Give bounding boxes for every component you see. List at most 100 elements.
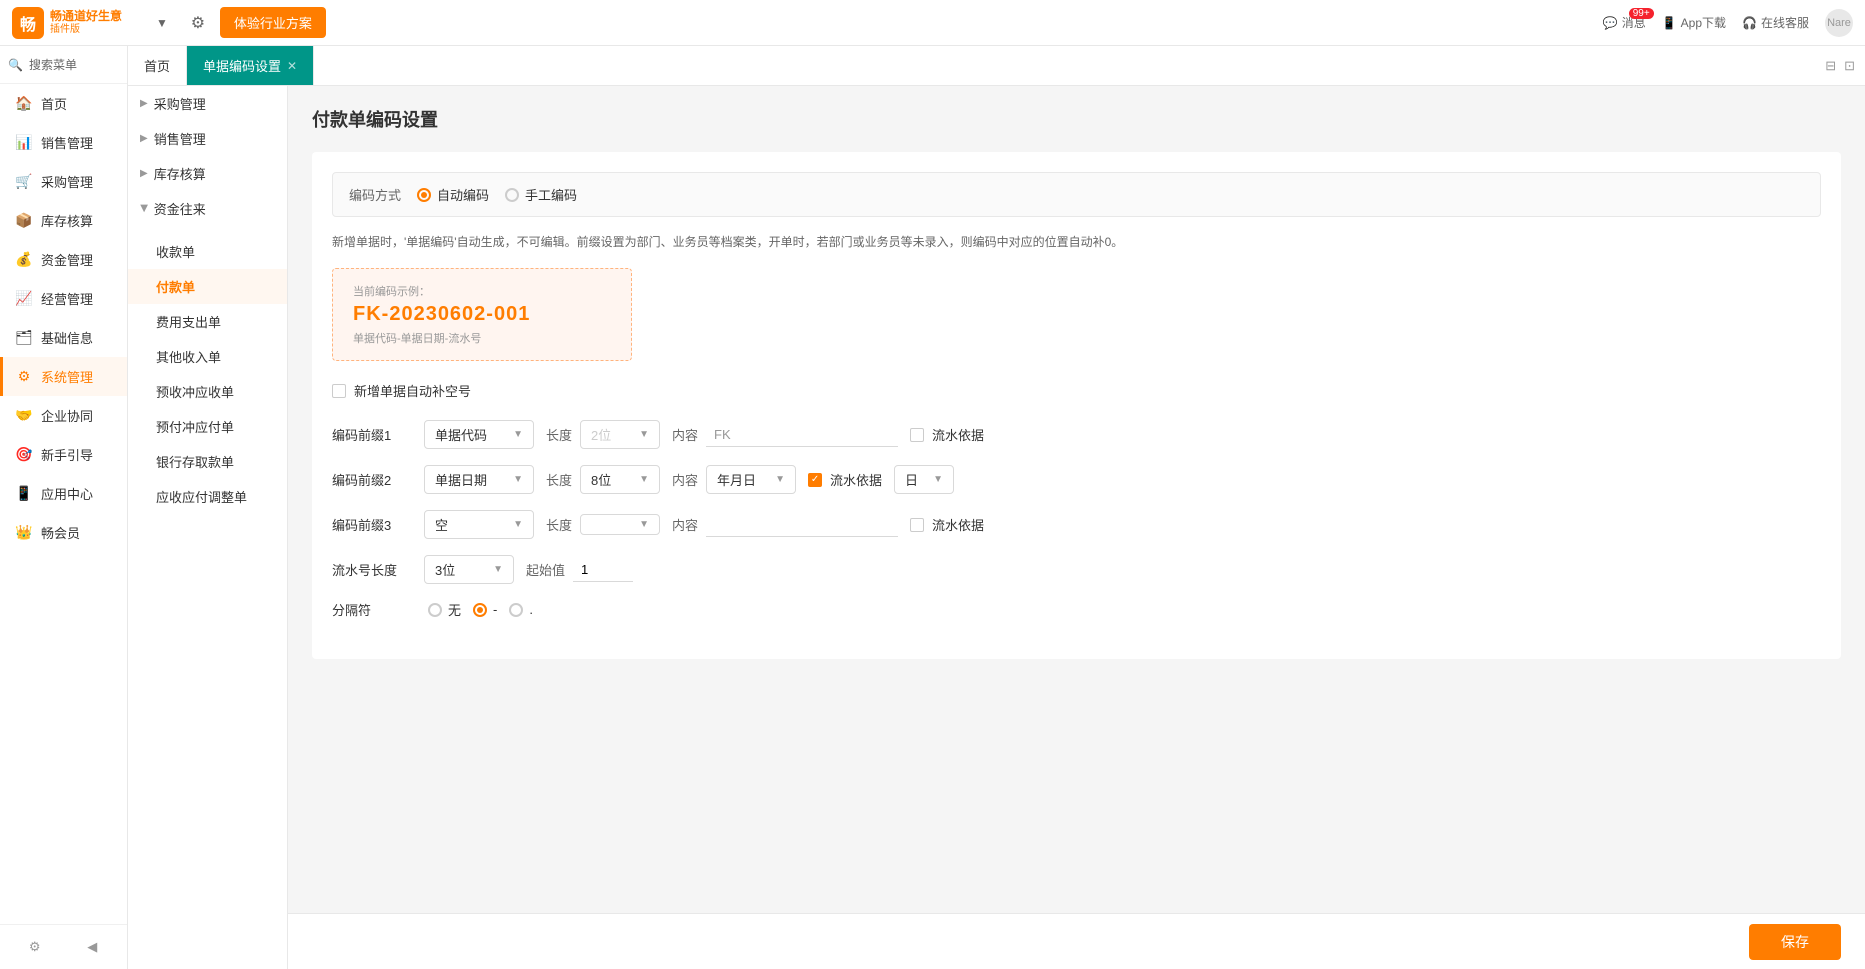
sidebar-search[interactable]: 🔍 搜索菜单 bbox=[0, 46, 127, 84]
member-icon: 👑 bbox=[15, 524, 33, 542]
save-button[interactable]: 保存 bbox=[1749, 924, 1841, 960]
prefix1-serial-group: 流水依据 bbox=[910, 425, 984, 444]
prefix3-length-group: 长度 ▼ bbox=[546, 514, 660, 535]
tab-encoding-settings[interactable]: 单据编码设置 ✕ bbox=[187, 46, 314, 85]
tab-maximize-icon[interactable]: ⊡ bbox=[1844, 58, 1855, 74]
sidebar-item-appcenter[interactable]: 📱 应用中心 bbox=[0, 474, 127, 513]
sidebar-item-finance[interactable]: 💰 资金管理 bbox=[0, 240, 127, 279]
menu-header-inventory[interactable]: ▶ 库存核算 bbox=[128, 156, 287, 191]
prefix1-length-group: 长度 2位 ▼ bbox=[546, 420, 660, 449]
sidebar-item-home[interactable]: 🏠 首页 bbox=[0, 84, 127, 123]
message-badge: 99+ bbox=[1629, 8, 1654, 19]
sidebar-label-guide: 新手引导 bbox=[41, 445, 93, 464]
main-layout: 🔍 搜索菜单 🏠 首页 📊 销售管理 🛒 采购管理 📦 库存核算 💰 资金管理 … bbox=[0, 46, 1865, 969]
inner-content: 编码方式 自动编码 手工编码 bbox=[312, 152, 1841, 659]
experience-button[interactable]: 体验行业方案 bbox=[220, 7, 326, 38]
auto-fill-row: 新增单据自动补空号 bbox=[332, 381, 1821, 400]
prefix3-label: 编码前缀3 bbox=[332, 515, 412, 534]
app-download-button[interactable]: 📱 App下载 bbox=[1662, 14, 1726, 31]
prefix2-serial-unit-select[interactable]: 日 ▼ bbox=[894, 465, 954, 494]
logo-icon: 畅 bbox=[12, 7, 44, 39]
menu-group-funds: ▶ 资金往来 收款单 付款单 费用支出单 其他收入单 预收冲应收单 预付冲应付单… bbox=[128, 191, 287, 522]
system-icon: ⚙ bbox=[15, 368, 33, 386]
top-bar-middle: ▼ ⚙ 体验行业方案 bbox=[148, 7, 1595, 38]
settings-icon[interactable]: ⚙ bbox=[184, 9, 212, 37]
sidebar-label-appcenter: 应用中心 bbox=[41, 484, 93, 503]
page-content: 付款单编码设置 编码方式 自动编码 bbox=[288, 86, 1865, 913]
prefix2-content-group: 内容 年月日 ▼ bbox=[672, 465, 796, 494]
prefix2-serial-group: ✓ 流水依据 日 ▼ bbox=[808, 465, 954, 494]
sidebar-item-purchase[interactable]: 🛒 采购管理 bbox=[0, 162, 127, 201]
prefix3-length-select[interactable]: ▼ bbox=[580, 514, 660, 535]
menu-item-other-income[interactable]: 其他收入单 bbox=[128, 339, 287, 374]
separator-options: 无 - . bbox=[428, 600, 533, 619]
online-service-button[interactable]: 🎧 在线客服 bbox=[1742, 14, 1809, 31]
prefix1-length-select[interactable]: 2位 ▼ bbox=[580, 420, 660, 449]
left-panel: ▶ 采购管理 ▶ 销售管理 ▶ 库存核算 bbox=[128, 86, 288, 969]
serial-length-select[interactable]: 3位 ▼ bbox=[424, 555, 514, 584]
sidebar-item-basic[interactable]: 🗂 基础信息 bbox=[0, 318, 127, 357]
separator-dash[interactable]: - bbox=[473, 602, 497, 617]
auto-fill-checkbox[interactable] bbox=[332, 384, 346, 398]
sidebar-item-enterprise[interactable]: 🤝 企业协同 bbox=[0, 396, 127, 435]
manual-encoding-radio[interactable]: 手工编码 bbox=[505, 185, 577, 204]
tab-encoding-label: 单据编码设置 bbox=[203, 56, 281, 75]
sidebar-item-system[interactable]: ⚙ 系统管理 bbox=[0, 357, 127, 396]
sidebar-item-inventory[interactable]: 📦 库存核算 bbox=[0, 201, 127, 240]
tab-home[interactable]: 首页 bbox=[128, 46, 187, 85]
logo: 畅 畅通道好生意 插件版 bbox=[12, 7, 140, 39]
sidebar-collapse-button[interactable]: ◀ bbox=[66, 933, 120, 961]
separator-dot[interactable]: . bbox=[509, 602, 533, 617]
logo-text: 畅通道好生意 插件版 bbox=[50, 9, 122, 35]
tab-bar: 首页 单据编码设置 ✕ ⊟ ⊡ bbox=[128, 46, 1865, 86]
prefix3-select[interactable]: 空 ▼ bbox=[424, 510, 534, 539]
start-value-label: 起始值 bbox=[526, 560, 565, 579]
prefix2-serial-checkbox[interactable]: ✓ bbox=[808, 473, 822, 487]
guide-icon: 🎯 bbox=[15, 446, 33, 464]
sidebar-item-sales[interactable]: 📊 销售管理 bbox=[0, 123, 127, 162]
prefix2-content-select[interactable]: 年月日 ▼ bbox=[706, 465, 796, 494]
sidebar-item-management[interactable]: 📈 经营管理 bbox=[0, 279, 127, 318]
prefix1-select[interactable]: 单据代码 ▼ bbox=[424, 420, 534, 449]
menu-item-advance-receipt[interactable]: 预收冲应收单 bbox=[128, 374, 287, 409]
prefix2-select[interactable]: 单据日期 ▼ bbox=[424, 465, 534, 494]
start-value-input[interactable] bbox=[573, 558, 633, 582]
sidebar-item-guide[interactable]: 🎯 新手引导 bbox=[0, 435, 127, 474]
encoding-radio-group: 自动编码 手工编码 bbox=[417, 185, 577, 204]
sidebar-settings-button[interactable]: ⚙ bbox=[8, 933, 62, 961]
management-icon: 📈 bbox=[15, 290, 33, 308]
online-service-icon: 🎧 bbox=[1742, 16, 1757, 30]
tab-close-icon[interactable]: ✕ bbox=[287, 59, 297, 73]
prefix3-content-input[interactable] bbox=[706, 513, 898, 537]
menu-item-adjustment[interactable]: 应收应付调整单 bbox=[128, 479, 287, 514]
prefix3-serial-checkbox[interactable] bbox=[910, 518, 924, 532]
prefix2-length-select[interactable]: 8位 ▼ bbox=[580, 465, 660, 494]
menu-item-payment[interactable]: 付款单 bbox=[128, 269, 287, 304]
message-button[interactable]: 💬 消息 99+ bbox=[1603, 14, 1646, 31]
purchase-icon: 🛒 bbox=[15, 173, 33, 191]
separator-none[interactable]: 无 bbox=[428, 600, 461, 619]
menu-item-expense[interactable]: 费用支出单 bbox=[128, 304, 287, 339]
chevron-down-icon-9: ▼ bbox=[639, 519, 649, 530]
prefix1-content-input[interactable] bbox=[706, 423, 898, 447]
menu-item-advance-payment[interactable]: 预付冲应付单 bbox=[128, 409, 287, 444]
chevron-down-icon-2: ▼ bbox=[513, 474, 523, 485]
menu-item-receipt[interactable]: 收款单 bbox=[128, 234, 287, 269]
menu-item-bank[interactable]: 银行存取款单 bbox=[128, 444, 287, 479]
separator-none-circle bbox=[428, 603, 442, 617]
page-title: 付款单编码设置 bbox=[312, 106, 1841, 132]
sidebar-item-member[interactable]: 👑 畅会员 bbox=[0, 513, 127, 552]
code-preview-sub: 单据代码-单据日期-流水号 bbox=[353, 330, 611, 346]
top-bar-dropdown[interactable]: ▼ bbox=[148, 12, 176, 34]
user-profile[interactable]: Nare bbox=[1825, 9, 1853, 37]
message-icon: 💬 bbox=[1603, 16, 1618, 30]
tab-minimize-icon[interactable]: ⊟ bbox=[1825, 58, 1836, 74]
sidebar-label-management: 经营管理 bbox=[41, 289, 93, 308]
menu-header-funds[interactable]: ▶ 资金往来 bbox=[128, 191, 287, 226]
info-text: 新增单据时，'单据编码'自动生成，不可编辑。前缀设置为部门、业务员等档案类，开单… bbox=[332, 233, 1821, 252]
auto-encoding-radio[interactable]: 自动编码 bbox=[417, 185, 489, 204]
prefix2-length-group: 长度 8位 ▼ bbox=[546, 465, 660, 494]
menu-header-purchase[interactable]: ▶ 采购管理 bbox=[128, 86, 287, 121]
menu-header-sales[interactable]: ▶ 销售管理 bbox=[128, 121, 287, 156]
prefix1-serial-checkbox[interactable] bbox=[910, 428, 924, 442]
